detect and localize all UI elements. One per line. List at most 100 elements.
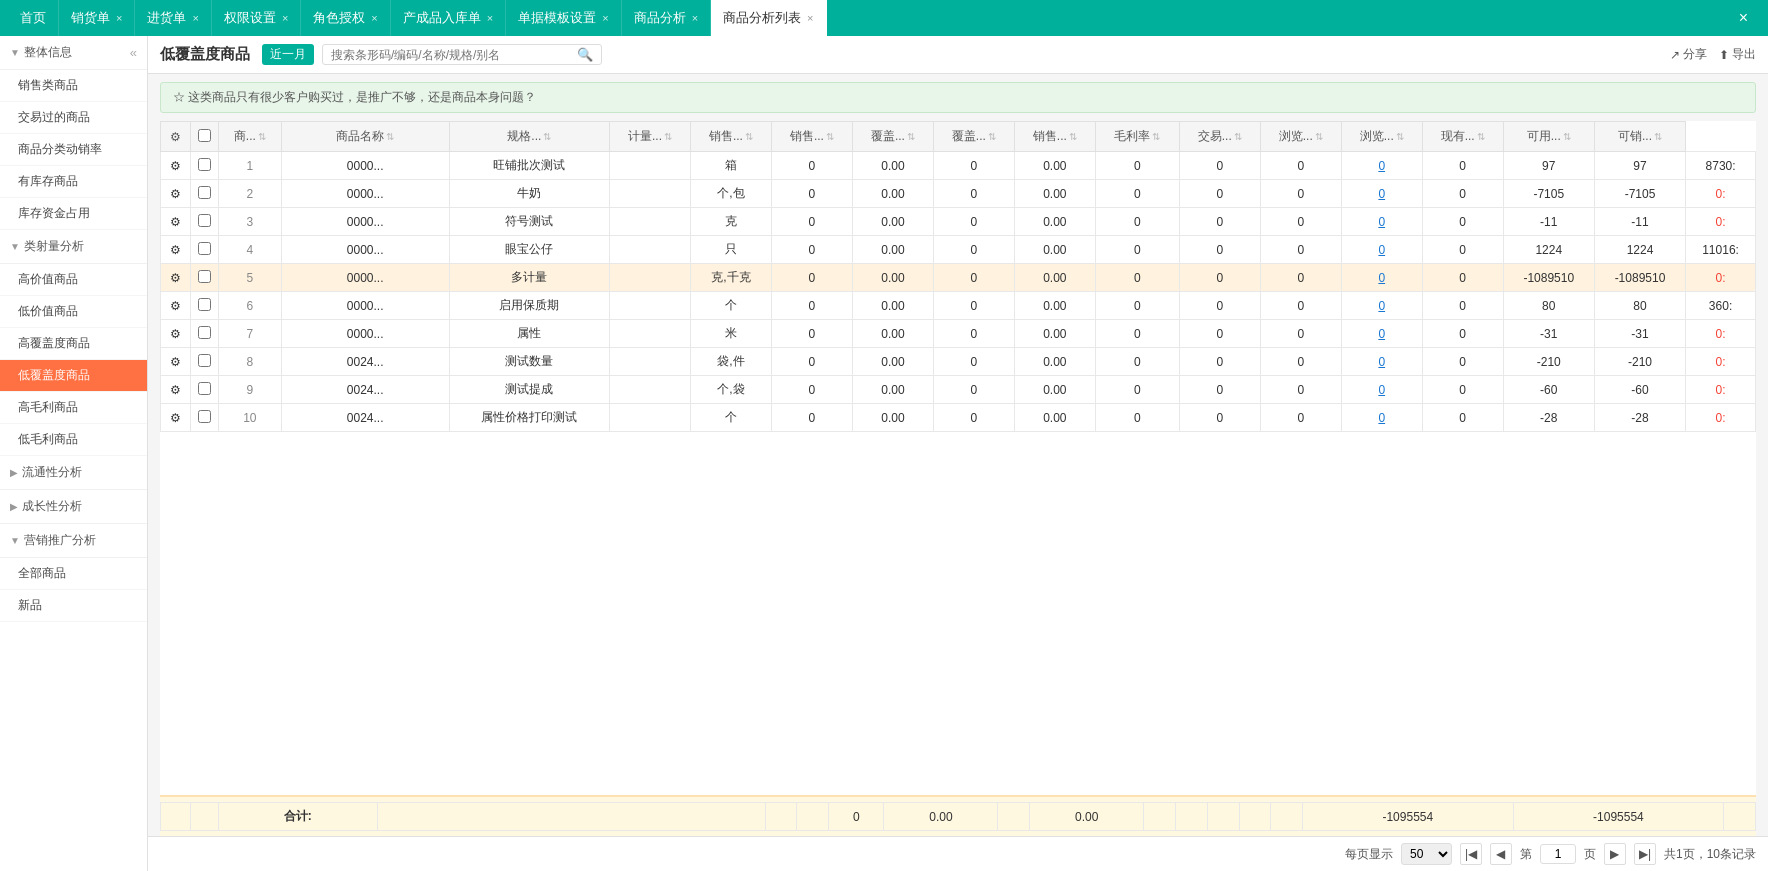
row-select-checkbox[interactable] xyxy=(198,214,211,227)
nav-permission[interactable]: 权限设置 × xyxy=(212,0,301,36)
row-view1[interactable]: 0 xyxy=(1341,236,1422,264)
row-select-checkbox[interactable] xyxy=(198,270,211,283)
nav-product-analysis[interactable]: 商品分析 × xyxy=(622,0,711,36)
cov1-col-header[interactable]: 覆盖...⇅ xyxy=(852,122,933,152)
row-checkbox[interactable] xyxy=(191,292,219,320)
sidebar-item-new-goods[interactable]: 新品 xyxy=(0,590,147,622)
settings-col-header[interactable]: ⚙ xyxy=(161,122,191,152)
sidebar-item-high-margin[interactable]: 高毛利商品 xyxy=(0,392,147,424)
row-select-checkbox[interactable] xyxy=(198,410,211,423)
row-view1[interactable]: 0 xyxy=(1341,320,1422,348)
close-all-button[interactable]: × xyxy=(1727,9,1760,27)
row-settings[interactable]: ⚙ xyxy=(161,152,191,180)
unit-col-header[interactable]: 计量...⇅ xyxy=(610,122,691,152)
nav-product-inbound[interactable]: 产成品入库单 × xyxy=(391,0,506,36)
sidebar-item-in-stock[interactable]: 有库存商品 xyxy=(0,166,147,198)
row-view1[interactable]: 0 xyxy=(1341,208,1422,236)
cov2-col-header[interactable]: 覆盖...⇅ xyxy=(933,122,1014,152)
sidebar-item-high-value[interactable]: 高价值商品 xyxy=(0,264,147,296)
sidebar-item-capital[interactable]: 库存资金占用 xyxy=(0,198,147,230)
row-checkbox[interactable] xyxy=(191,236,219,264)
row-settings[interactable]: ⚙ xyxy=(161,292,191,320)
view1-link[interactable]: 0 xyxy=(1378,327,1385,341)
share-button[interactable]: ↗ 分享 xyxy=(1670,46,1707,63)
row-settings[interactable]: ⚙ xyxy=(161,348,191,376)
row-settings[interactable]: ⚙ xyxy=(161,180,191,208)
trade-col-header[interactable]: 交易...⇅ xyxy=(1179,122,1260,152)
page-input[interactable] xyxy=(1540,844,1576,864)
collapse-sidebar-icon[interactable]: « xyxy=(130,45,137,60)
row-view1[interactable]: 0 xyxy=(1341,292,1422,320)
sidebar-section-flow[interactable]: ▶ 流通性分析 xyxy=(0,456,147,490)
search-icon[interactable]: 🔍 xyxy=(577,47,593,62)
sidebar-item-category-rate[interactable]: 商品分类动销率 xyxy=(0,134,147,166)
row-select-checkbox[interactable] xyxy=(198,354,211,367)
row-select-checkbox[interactable] xyxy=(198,298,211,311)
sidebar-item-low-coverage[interactable]: 低覆盖度商品 xyxy=(0,360,147,392)
nav-sales-order-close[interactable]: × xyxy=(116,12,122,24)
view1-link[interactable]: 0 xyxy=(1378,215,1385,229)
view1-link[interactable]: 0 xyxy=(1378,187,1385,201)
row-view1[interactable]: 0 xyxy=(1341,376,1422,404)
row-select-checkbox[interactable] xyxy=(198,326,211,339)
sidebar-section-growth[interactable]: ▶ 成长性分析 xyxy=(0,490,147,524)
row-view1[interactable]: 0 xyxy=(1341,264,1422,292)
sidebar-item-all-goods[interactable]: 全部商品 xyxy=(0,558,147,590)
row-settings[interactable]: ⚙ xyxy=(161,376,191,404)
next-page-button[interactable]: ▶ xyxy=(1604,843,1626,865)
row-settings[interactable]: ⚙ xyxy=(161,236,191,264)
nav-purchase-order-close[interactable]: × xyxy=(192,12,198,24)
row-checkbox[interactable] xyxy=(191,376,219,404)
row-settings[interactable]: ⚙ xyxy=(161,320,191,348)
sidebar-section-marketing[interactable]: ▼ 营销推广分析 xyxy=(0,524,147,558)
row-settings[interactable]: ⚙ xyxy=(161,208,191,236)
sales-amt-col-header[interactable]: 销售...⇅ xyxy=(771,122,852,152)
view2-col-header[interactable]: 浏览...⇅ xyxy=(1341,122,1422,152)
row-view1[interactable]: 0 xyxy=(1341,152,1422,180)
nav-template-settings[interactable]: 单据模板设置 × xyxy=(506,0,621,36)
view1-link[interactable]: 0 xyxy=(1378,411,1385,425)
row-checkbox[interactable] xyxy=(191,320,219,348)
spec-col-header[interactable]: 规格...⇅ xyxy=(449,122,609,152)
sellable-col-header[interactable]: 可销...⇅ xyxy=(1594,122,1685,152)
row-view1[interactable]: 0 xyxy=(1341,404,1422,432)
current-col-header[interactable]: 现有...⇅ xyxy=(1422,122,1503,152)
view1-link[interactable]: 0 xyxy=(1378,355,1385,369)
prev-page-button[interactable]: ◀ xyxy=(1490,843,1512,865)
nav-role-auth[interactable]: 角色授权 × xyxy=(301,0,390,36)
row-checkbox[interactable] xyxy=(191,348,219,376)
nav-purchase-order[interactable]: 进货单 × xyxy=(135,0,211,36)
view1-link[interactable]: 0 xyxy=(1378,383,1385,397)
row-select-checkbox[interactable] xyxy=(198,186,211,199)
search-input[interactable] xyxy=(331,48,577,62)
nav-sales-order[interactable]: 销货单 × xyxy=(59,0,135,36)
sidebar-item-low-margin[interactable]: 低毛利商品 xyxy=(0,424,147,456)
sidebar-item-sales-goods[interactable]: 销售类商品 xyxy=(0,70,147,102)
last-page-button[interactable]: ▶| xyxy=(1634,843,1656,865)
nav-role-auth-close[interactable]: × xyxy=(371,12,377,24)
row-checkbox[interactable] xyxy=(191,180,219,208)
sidebar-item-high-coverage[interactable]: 高覆盖度商品 xyxy=(0,328,147,360)
sidebar-section-coverage[interactable]: ▼ 类射量分析 xyxy=(0,230,147,264)
row-view1[interactable]: 0 xyxy=(1341,180,1422,208)
view1-link[interactable]: 0 xyxy=(1378,159,1385,173)
row-checkbox[interactable] xyxy=(191,208,219,236)
sales-qty-col-header[interactable]: 销售...⇅ xyxy=(690,122,771,152)
nav-home[interactable]: 首页 xyxy=(8,0,59,36)
select-all-checkbox[interactable] xyxy=(198,129,211,142)
code-col-header[interactable]: 商...⇅ xyxy=(219,122,282,152)
view1-link[interactable]: 0 xyxy=(1378,299,1385,313)
first-page-button[interactable]: |◀ xyxy=(1460,843,1482,865)
view1-link[interactable]: 0 xyxy=(1378,271,1385,285)
row-view1[interactable]: 0 xyxy=(1341,348,1422,376)
row-select-checkbox[interactable] xyxy=(198,382,211,395)
sidebar-item-low-value[interactable]: 低价值商品 xyxy=(0,296,147,328)
nav-permission-close[interactable]: × xyxy=(282,12,288,24)
margin-col-header[interactable]: 毛利率⇅ xyxy=(1095,122,1179,152)
nav-product-analysis-list-close[interactable]: × xyxy=(807,12,813,24)
sidebar-section-overall[interactable]: ▼ 整体信息 « xyxy=(0,36,147,70)
view1-col-header[interactable]: 浏览...⇅ xyxy=(1260,122,1341,152)
sales3-col-header[interactable]: 销售...⇅ xyxy=(1014,122,1095,152)
sidebar-item-traded-goods[interactable]: 交易过的商品 xyxy=(0,102,147,134)
per-page-select[interactable]: 50 100 200 xyxy=(1401,843,1452,865)
